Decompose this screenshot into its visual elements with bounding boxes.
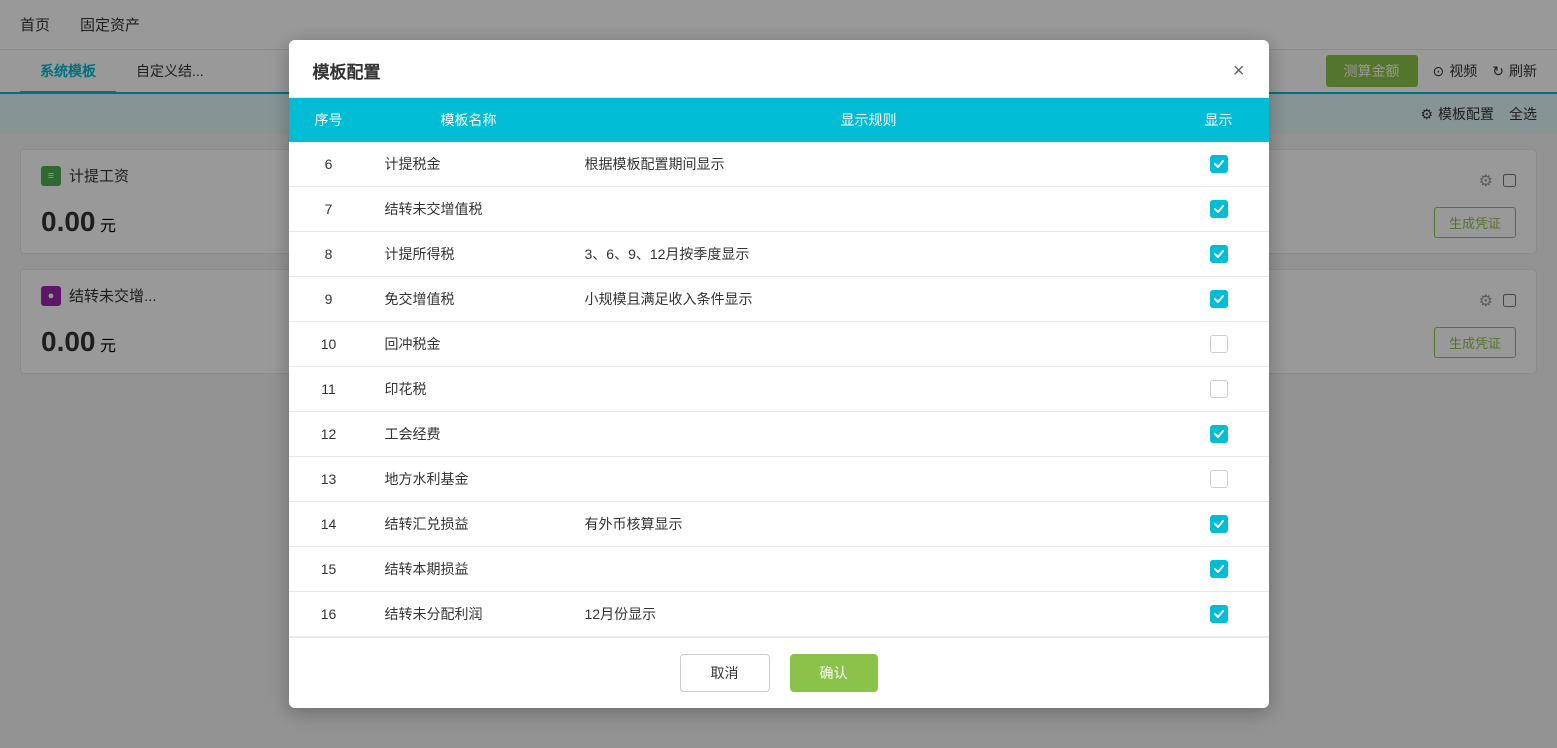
checkbox-unchecked-11[interactable]: [1210, 380, 1228, 398]
dialog-header: 模板配置 ×: [289, 40, 1269, 98]
row-rule-12: [569, 412, 1169, 457]
row-name-12: 工会经费: [369, 412, 569, 457]
row-index-11: 11: [289, 367, 369, 412]
row-display-15[interactable]: [1169, 547, 1269, 592]
table-row: 12工会经费: [289, 412, 1269, 457]
checkbox-unchecked-13[interactable]: [1210, 470, 1228, 488]
row-name-7: 结转未交增值税: [369, 187, 569, 232]
row-rule-11: [569, 367, 1169, 412]
row-name-8: 计提所得税: [369, 232, 569, 277]
row-name-15: 结转本期损益: [369, 547, 569, 592]
checkbox-wrap-9[interactable]: [1185, 290, 1253, 308]
row-name-13: 地方水利基金: [369, 457, 569, 502]
table-row: 10回冲税金: [289, 322, 1269, 367]
checkbox-checked-7[interactable]: [1210, 200, 1228, 218]
row-index-14: 14: [289, 502, 369, 547]
row-name-16: 结转未分配利润: [369, 592, 569, 637]
table-row: 8计提所得税3、6、9、12月按季度显示: [289, 232, 1269, 277]
table-row: 6计提税金根据模板配置期间显示: [289, 142, 1269, 187]
checkbox-wrap-6[interactable]: [1185, 155, 1253, 173]
checkbox-wrap-12[interactable]: [1185, 425, 1253, 443]
config-table: 序号 模板名称 显示规则 显示 6计提税金根据模板配置期间显示 7结转未交增值税…: [289, 98, 1269, 637]
col-header-index: 序号: [289, 98, 369, 142]
row-rule-9: 小规模且满足收入条件显示: [569, 277, 1169, 322]
row-display-6[interactable]: [1169, 142, 1269, 187]
checkbox-wrap-13[interactable]: [1185, 470, 1253, 488]
row-name-6: 计提税金: [369, 142, 569, 187]
table-body: 6计提税金根据模板配置期间显示 7结转未交增值税 8计提所得税3、6、9、12月…: [289, 142, 1269, 637]
checkbox-checked-16[interactable]: [1210, 605, 1228, 623]
table-header: 序号 模板名称 显示规则 显示: [289, 98, 1269, 142]
checkbox-wrap-14[interactable]: [1185, 515, 1253, 533]
table-row: 9免交增值税小规模且满足收入条件显示: [289, 277, 1269, 322]
row-display-7[interactable]: [1169, 187, 1269, 232]
row-rule-8: 3、6、9、12月按季度显示: [569, 232, 1169, 277]
row-rule-15: [569, 547, 1169, 592]
row-display-11[interactable]: [1169, 367, 1269, 412]
col-header-display: 显示: [1169, 98, 1269, 142]
row-index-16: 16: [289, 592, 369, 637]
checkbox-wrap-16[interactable]: [1185, 605, 1253, 623]
row-rule-13: [569, 457, 1169, 502]
row-name-11: 印花税: [369, 367, 569, 412]
table-row: 13地方水利基金: [289, 457, 1269, 502]
row-index-6: 6: [289, 142, 369, 187]
row-index-8: 8: [289, 232, 369, 277]
row-rule-16: 12月份显示: [569, 592, 1169, 637]
table-row: 16结转未分配利润12月份显示: [289, 592, 1269, 637]
row-display-12[interactable]: [1169, 412, 1269, 457]
checkbox-checked-6[interactable]: [1210, 155, 1228, 173]
row-display-16[interactable]: [1169, 592, 1269, 637]
checkbox-checked-14[interactable]: [1210, 515, 1228, 533]
row-rule-7: [569, 187, 1169, 232]
col-header-name: 模板名称: [369, 98, 569, 142]
checkbox-wrap-8[interactable]: [1185, 245, 1253, 263]
checkbox-unchecked-10[interactable]: [1210, 335, 1228, 353]
row-display-14[interactable]: [1169, 502, 1269, 547]
checkbox-checked-8[interactable]: [1210, 245, 1228, 263]
row-name-14: 结转汇兑损益: [369, 502, 569, 547]
table-row: 14结转汇兑损益有外币核算显示: [289, 502, 1269, 547]
dialog-footer: 取消 确认: [289, 637, 1269, 708]
checkbox-wrap-11[interactable]: [1185, 380, 1253, 398]
row-index-13: 13: [289, 457, 369, 502]
row-display-10[interactable]: [1169, 322, 1269, 367]
dialog-title: 模板配置: [313, 58, 381, 83]
row-rule-6: 根据模板配置期间显示: [569, 142, 1169, 187]
checkbox-checked-15[interactable]: [1210, 560, 1228, 578]
template-config-dialog: 模板配置 × 序号 模板名称 显示规则 显示 6计提税金根据模板配置期间显示 7…: [289, 40, 1269, 708]
row-display-9[interactable]: [1169, 277, 1269, 322]
confirm-button[interactable]: 确认: [790, 654, 878, 692]
dialog-body[interactable]: 序号 模板名称 显示规则 显示 6计提税金根据模板配置期间显示 7结转未交增值税…: [289, 98, 1269, 637]
row-rule-14: 有外币核算显示: [569, 502, 1169, 547]
row-name-10: 回冲税金: [369, 322, 569, 367]
modal-overlay: 模板配置 × 序号 模板名称 显示规则 显示 6计提税金根据模板配置期间显示 7…: [0, 0, 1557, 748]
row-index-15: 15: [289, 547, 369, 592]
row-display-13[interactable]: [1169, 457, 1269, 502]
dialog-close-button[interactable]: ×: [1233, 61, 1245, 81]
row-index-7: 7: [289, 187, 369, 232]
cancel-button[interactable]: 取消: [680, 654, 770, 692]
row-index-9: 9: [289, 277, 369, 322]
row-display-8[interactable]: [1169, 232, 1269, 277]
checkbox-checked-9[interactable]: [1210, 290, 1228, 308]
table-row: 11印花税: [289, 367, 1269, 412]
row-index-10: 10: [289, 322, 369, 367]
row-index-12: 12: [289, 412, 369, 457]
row-rule-10: [569, 322, 1169, 367]
checkbox-wrap-15[interactable]: [1185, 560, 1253, 578]
checkbox-wrap-7[interactable]: [1185, 200, 1253, 218]
row-name-9: 免交增值税: [369, 277, 569, 322]
table-row: 15结转本期损益: [289, 547, 1269, 592]
col-header-rule: 显示规则: [569, 98, 1169, 142]
checkbox-wrap-10[interactable]: [1185, 335, 1253, 353]
checkbox-checked-12[interactable]: [1210, 425, 1228, 443]
table-row: 7结转未交增值税: [289, 187, 1269, 232]
